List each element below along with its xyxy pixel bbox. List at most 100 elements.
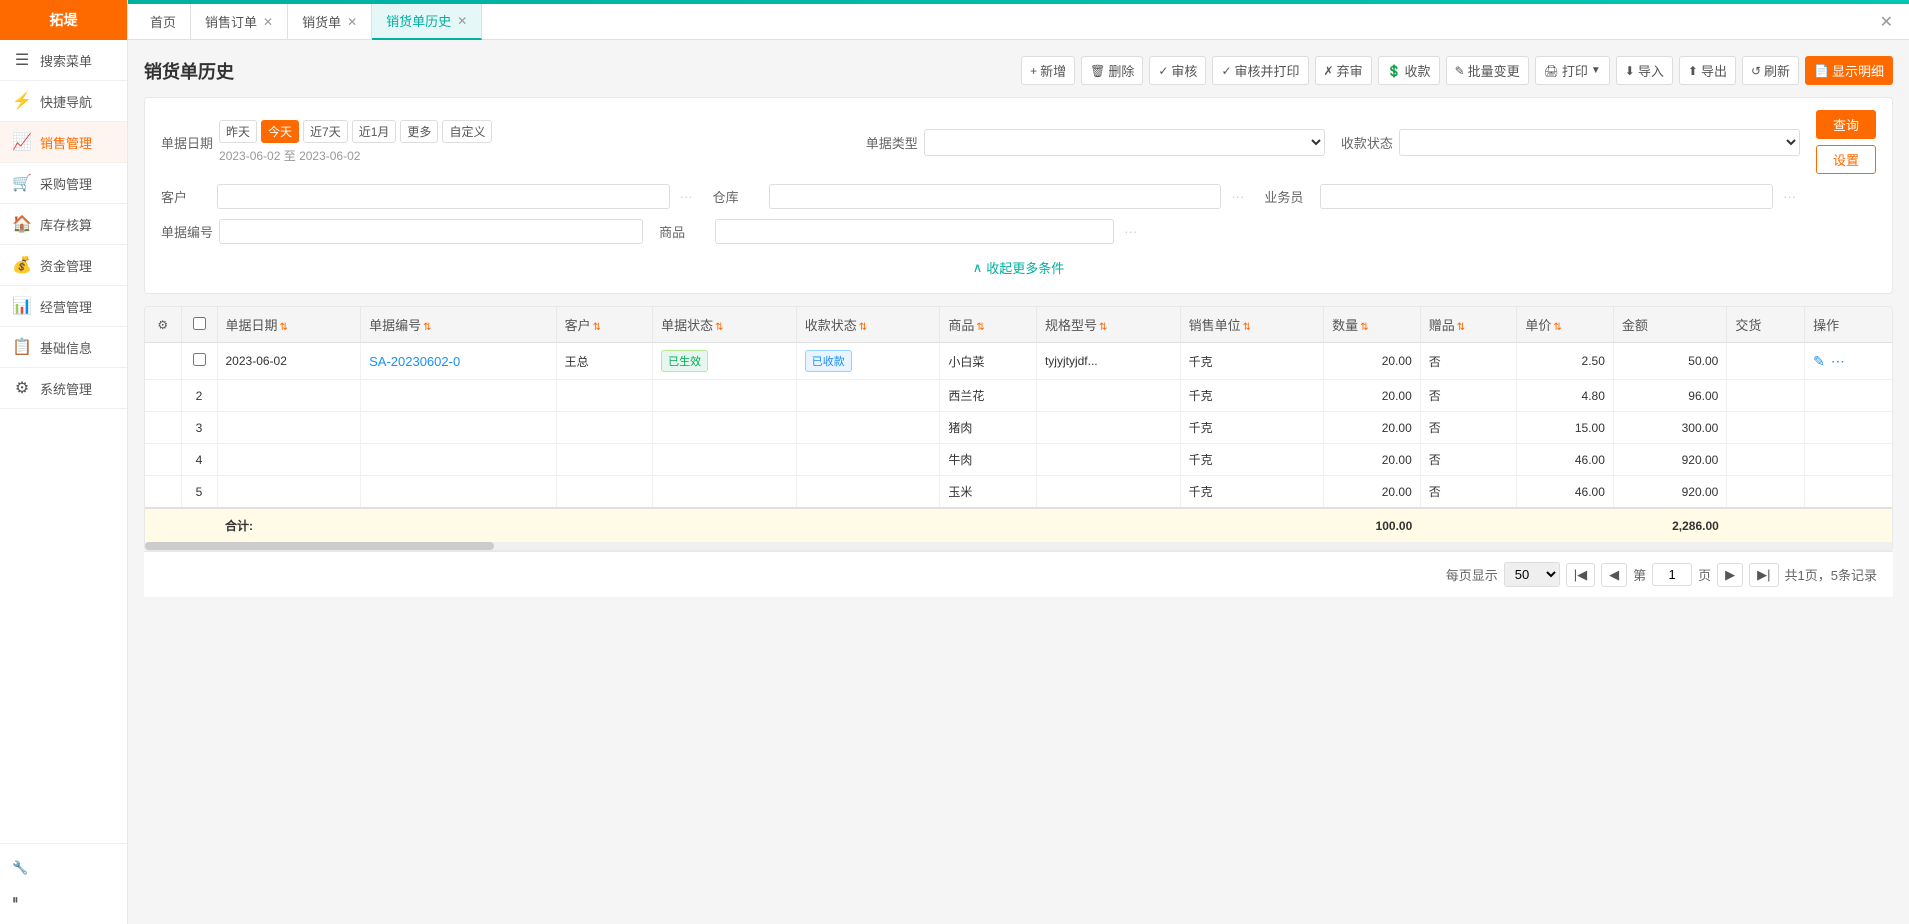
- goods-suffix[interactable]: ···: [1120, 224, 1141, 239]
- customer-suffix[interactable]: ···: [676, 189, 697, 204]
- sidebar-item-ops-mgmt[interactable]: 📊 经营管理: [0, 286, 127, 327]
- cell-price: 4.80: [1517, 380, 1614, 412]
- sidebar-item-sys-mgmt[interactable]: ⚙ 系统管理: [0, 368, 127, 409]
- pay-status-badge: 已收款: [805, 350, 852, 372]
- tab-home[interactable]: 首页: [136, 4, 191, 40]
- scroll-thumb[interactable]: [145, 542, 494, 550]
- export-icon: ⬆: [1688, 64, 1698, 78]
- data-table: ⚙ 单据日期⇅ 单据编号⇅ 客户⇅ 单据状态⇅ 收款状态⇅ 商品⇅ 规格型号⇅ …: [145, 307, 1892, 542]
- th-paystatus[interactable]: 收款状态⇅: [796, 307, 940, 343]
- row-settings: [145, 444, 181, 476]
- add-icon: +: [1030, 64, 1037, 78]
- sidebar-item-search-menu[interactable]: ☰ 搜索菜单: [0, 40, 127, 81]
- btn-delete[interactable]: 🗑 删除: [1081, 56, 1143, 85]
- btn-import[interactable]: ⬇ 导入: [1616, 56, 1673, 85]
- row-checkbox[interactable]: [193, 353, 206, 366]
- page-first-btn[interactable]: |◀: [1566, 563, 1595, 587]
- tab-sales-order-close[interactable]: ✕: [263, 15, 273, 29]
- window-close-btn[interactable]: ✕: [1872, 12, 1901, 32]
- tab-sales-history-close[interactable]: ✕: [457, 14, 467, 28]
- goods-input[interactable]: [715, 219, 1114, 244]
- salesman-suffix[interactable]: ···: [1779, 189, 1800, 204]
- more-action-btn[interactable]: ⋯: [1831, 353, 1845, 370]
- sidebar-item-inventory[interactable]: 🏠 库存核算: [0, 204, 127, 245]
- cell-docno[interactable]: [361, 380, 556, 412]
- btn-7days[interactable]: 近7天: [303, 120, 348, 143]
- btn-new[interactable]: + 新增: [1021, 56, 1075, 85]
- page-size-select[interactable]: 50 100 200: [1504, 562, 1560, 587]
- cell-actions: [1805, 380, 1892, 412]
- query-actions: 查询 设置: [1816, 110, 1876, 174]
- warehouse-suffix[interactable]: ···: [1227, 189, 1248, 204]
- cell-docno[interactable]: [361, 444, 556, 476]
- tab-sales-order[interactable]: 销售订单 ✕: [191, 4, 288, 40]
- th-gift[interactable]: 赠品⇅: [1420, 307, 1517, 343]
- th-goods[interactable]: 商品⇅: [940, 307, 1037, 343]
- btn-refresh[interactable]: ↺ 刷新: [1742, 56, 1799, 85]
- btn-collect[interactable]: 💲 收款: [1378, 56, 1440, 85]
- sidebar-bottom-item-2[interactable]: ⏸: [0, 884, 127, 916]
- collect-status-select[interactable]: [1399, 129, 1800, 156]
- docno-link[interactable]: SA-20230602-0: [369, 354, 460, 369]
- th-spec[interactable]: 规格型号⇅: [1036, 307, 1180, 343]
- sidebar-item-sales-mgmt[interactable]: 📈 销售管理: [0, 122, 127, 163]
- query-button[interactable]: 查询: [1816, 110, 1876, 139]
- cell-gift: 否: [1420, 343, 1517, 380]
- btn-export[interactable]: ⬆ 导出: [1679, 56, 1736, 85]
- page-number-input[interactable]: [1652, 563, 1692, 586]
- btn-1month[interactable]: 近1月: [352, 120, 397, 143]
- col-settings[interactable]: ⚙: [145, 307, 181, 343]
- btn-abandon[interactable]: ✗ 弃审: [1315, 56, 1372, 85]
- btn-print-label: 打印: [1562, 61, 1588, 80]
- sidebar-logo: 拓堤: [0, 0, 127, 40]
- th-unit[interactable]: 销售单位⇅: [1180, 307, 1324, 343]
- cell-docno[interactable]: [361, 412, 556, 444]
- page-prev-btn[interactable]: ◀: [1601, 563, 1627, 587]
- th-price[interactable]: 单价⇅: [1517, 307, 1614, 343]
- sidebar-item-purchase-mgmt[interactable]: 🛒 采购管理: [0, 163, 127, 204]
- btn-show-detail[interactable]: 📄 显示明细: [1805, 56, 1893, 85]
- row-checkbox-cell: 3: [181, 412, 217, 444]
- select-all-checkbox[interactable]: [193, 317, 206, 330]
- btn-batch-change[interactable]: ✎ 批量变更: [1446, 56, 1529, 85]
- filter-goods-item: 商品 ···: [659, 219, 1141, 244]
- sidebar-item-base-info[interactable]: 📋 基础信息: [0, 327, 127, 368]
- pagination-bar: 每页显示 50 100 200 |◀ ◀ 第 页 ▶ ▶| 共1页，5条记录: [144, 551, 1893, 597]
- customer-input[interactable]: [217, 184, 670, 209]
- btn-review[interactable]: ✓ 审核: [1149, 56, 1206, 85]
- horizontal-scrollbar[interactable]: [145, 542, 1892, 550]
- tab-sales-history[interactable]: 销货单历史 ✕: [372, 4, 482, 40]
- salesman-input[interactable]: [1320, 184, 1773, 209]
- tab-sales-invoice-close[interactable]: ✕: [347, 15, 357, 29]
- doc-type-select[interactable]: [924, 129, 1325, 156]
- btn-more[interactable]: 更多: [400, 120, 438, 143]
- filter-collapse-btn[interactable]: ∧ 收起更多条件: [161, 254, 1876, 281]
- docno-input[interactable]: [219, 219, 643, 244]
- cell-customer: [556, 380, 653, 412]
- sidebar-bottom-item-1[interactable]: 🔧: [0, 852, 127, 884]
- btn-review-print[interactable]: ✓ 审核并打印: [1212, 56, 1308, 85]
- th-docstatus[interactable]: 单据状态⇅: [653, 307, 797, 343]
- th-customer[interactable]: 客户⇅: [556, 307, 653, 343]
- cell-actions: [1805, 476, 1892, 509]
- cell-amount: 300.00: [1613, 412, 1726, 444]
- th-docno[interactable]: 单据编号⇅: [361, 307, 556, 343]
- btn-yesterday[interactable]: 昨天: [219, 120, 257, 143]
- cell-docno[interactable]: [361, 476, 556, 509]
- sidebar-item-quick-nav[interactable]: ⚡ 快捷导航: [0, 81, 127, 122]
- th-qty[interactable]: 数量⇅: [1324, 307, 1421, 343]
- btn-custom[interactable]: 自定义: [442, 120, 492, 143]
- page-next-btn[interactable]: ▶: [1717, 563, 1743, 587]
- btn-print[interactable]: 🖨 打印 ▼: [1535, 56, 1610, 85]
- warehouse-input[interactable]: [769, 184, 1222, 209]
- page-last-btn[interactable]: ▶|: [1749, 563, 1778, 587]
- doc-type-label: 单据类型: [866, 133, 918, 152]
- set-button[interactable]: 设置: [1816, 145, 1876, 174]
- th-date[interactable]: 单据日期⇅: [217, 307, 361, 343]
- sidebar-item-finance-mgmt[interactable]: 💰 资金管理: [0, 245, 127, 286]
- btn-today[interactable]: 今天: [261, 120, 299, 143]
- cell-docno[interactable]: SA-20230602-0: [361, 343, 556, 380]
- cell-pay-status: [796, 444, 940, 476]
- tab-sales-invoice[interactable]: 销货单 ✕: [288, 4, 372, 40]
- edit-action-btn[interactable]: ✎: [1813, 353, 1825, 370]
